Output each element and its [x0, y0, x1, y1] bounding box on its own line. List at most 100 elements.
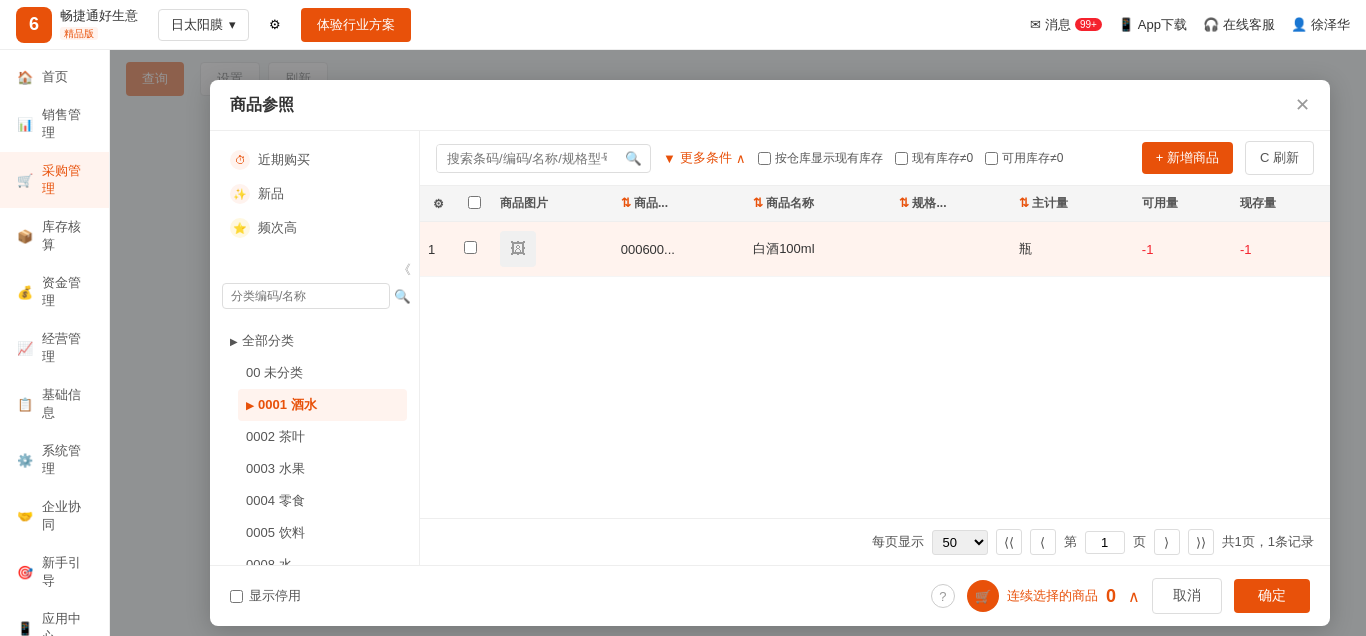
- sidebar-item-operation[interactable]: 📈 经营管理: [0, 320, 109, 376]
- th-unit[interactable]: ⇅ 主计量: [1011, 186, 1134, 222]
- quick-link-recent[interactable]: ⏱ 近期购买: [222, 143, 407, 177]
- sort-icon-unit: ⇅: [1019, 196, 1029, 210]
- first-page-btn[interactable]: ⟨⟨: [996, 529, 1022, 555]
- sort-icon-name: ⇅: [753, 196, 763, 210]
- select-all-checkbox[interactable]: [468, 196, 481, 209]
- th-name[interactable]: ⇅ 商品名称: [745, 186, 891, 222]
- tree-item-6[interactable]: 0008 水: [238, 549, 407, 565]
- chevron-down-icon: ▾: [229, 17, 236, 32]
- user-avatar[interactable]: 👤 徐泽华: [1291, 16, 1350, 34]
- td-name: 白酒100ml: [745, 222, 891, 277]
- sidebar-item-apps[interactable]: 📱 应用中心: [0, 600, 109, 636]
- th-check: [456, 186, 492, 222]
- td-stock: -1: [1232, 222, 1330, 277]
- row-checkbox[interactable]: [464, 241, 477, 254]
- product-search-input[interactable]: [437, 145, 617, 172]
- tree-item-0[interactable]: 00 未分类: [238, 357, 407, 389]
- new-icon: ✨: [230, 184, 250, 204]
- sort-icon-spec: ⇅: [899, 196, 909, 210]
- main-content: 查询 设置 刷新 商品参照 ✕ ⏱ 近期购买: [110, 50, 1366, 636]
- checkbox-stock-nonzero[interactable]: 现有库存≠0: [895, 150, 973, 167]
- sort-icon-code: ⇅: [621, 196, 631, 210]
- sidebar-item-basic[interactable]: 📋 基础信息: [0, 376, 109, 432]
- quick-link-frequent[interactable]: ⭐ 频次高: [222, 211, 407, 245]
- tree-root-item[interactable]: ▶ 全部分类: [222, 325, 407, 357]
- finance-icon: 💰: [16, 283, 34, 301]
- tree-item-3[interactable]: 0003 水果: [238, 453, 407, 485]
- modal-footer: 显示停用 ? 🛒 连续选择的商品 0 ∧ 取消 确定: [210, 565, 1330, 626]
- page-number-input[interactable]: [1085, 531, 1125, 554]
- modal-header: 商品参照 ✕: [210, 80, 1330, 131]
- system-icon: ⚙️: [16, 451, 34, 469]
- td-seq: 1: [420, 222, 456, 277]
- settings-icon[interactable]: ⚙: [261, 11, 289, 39]
- store-dropdown[interactable]: 日太阳膜 ▾: [158, 9, 249, 41]
- page-label: 第: [1064, 533, 1077, 551]
- apps-icon: 📱: [16, 619, 34, 636]
- category-search-btn[interactable]: 🔍: [394, 289, 411, 304]
- td-check: [456, 222, 492, 277]
- refresh-btn[interactable]: C 刷新: [1245, 141, 1314, 175]
- category-search-input[interactable]: [222, 283, 390, 309]
- online-service-btn[interactable]: 🎧 在线客服: [1203, 16, 1275, 34]
- checkbox-warehouse[interactable]: 按仓库显示现有库存: [758, 150, 883, 167]
- th-code[interactable]: ⇅ 商品...: [613, 186, 745, 222]
- quick-links: ⏱ 近期购买 ✨ 新品 ⭐ 频次高: [210, 143, 419, 245]
- footer-right: ? 🛒 连续选择的商品 0 ∧ 取消 确定: [931, 578, 1310, 614]
- disabled-checkbox-input[interactable]: [230, 590, 243, 603]
- help-btn[interactable]: ?: [931, 584, 955, 608]
- th-spec[interactable]: ⇅ 规格...: [891, 186, 1010, 222]
- modal-toolbar: 🔍 ▼ 更多条件 ∧ 按仓库显示现有库存: [420, 131, 1330, 186]
- tree-item-4[interactable]: 0004 零食: [238, 485, 407, 517]
- category-search-row: 🔍: [210, 283, 419, 309]
- stock-nonzero-checkbox[interactable]: [895, 152, 908, 165]
- guide-icon: 🎯: [16, 563, 34, 581]
- sidebar-item-home[interactable]: 🏠 首页: [0, 58, 109, 96]
- sidebar-item-finance[interactable]: 💰 资金管理: [0, 264, 109, 320]
- product-reference-modal: 商品参照 ✕ ⏱ 近期购买 ✨ 新品: [210, 80, 1330, 626]
- sidebar-item-purchase[interactable]: 🛒 采购管理: [0, 152, 109, 208]
- next-page-btn[interactable]: ⟩: [1154, 529, 1180, 555]
- td-image: 🖼: [492, 222, 613, 277]
- tree-item-2[interactable]: 0002 茶叶: [238, 421, 407, 453]
- td-unit: 瓶: [1011, 222, 1134, 277]
- confirm-btn[interactable]: 确定: [1234, 579, 1310, 613]
- available-nonzero-checkbox[interactable]: [985, 152, 998, 165]
- product-search-btn[interactable]: 🔍: [617, 145, 650, 172]
- filter-icon: ▼: [663, 151, 676, 166]
- sidebar-item-inventory[interactable]: 📦 库存核算: [0, 208, 109, 264]
- cart-area: 🛒 连续选择的商品 0: [967, 580, 1116, 612]
- experience-btn[interactable]: 体验行业方案: [301, 8, 411, 42]
- cancel-btn[interactable]: 取消: [1152, 578, 1222, 614]
- tree-arrow-1: ▶: [246, 400, 254, 411]
- last-page-btn[interactable]: ⟩⟩: [1188, 529, 1214, 555]
- cart-icon: 🛒: [967, 580, 999, 612]
- sidebar: 🏠 首页 📊 销售管理 🛒 采购管理 📦 库存核算 💰 资金管理 📈 经营管理 …: [0, 50, 110, 636]
- more-filter-btn[interactable]: ▼ 更多条件 ∧: [663, 149, 746, 167]
- purchase-icon: 🛒: [16, 171, 34, 189]
- sidebar-item-sales[interactable]: 📊 销售管理: [0, 96, 109, 152]
- phone-icon: 📱: [1118, 17, 1134, 32]
- fold-icon[interactable]: ∧: [1128, 587, 1140, 606]
- quick-link-new[interactable]: ✨ 新品: [222, 177, 407, 211]
- sidebar-item-collab[interactable]: 🤝 企业协同: [0, 488, 109, 544]
- messages-btn[interactable]: ✉ 消息 99+: [1030, 16, 1102, 34]
- table-row[interactable]: 1 🖼 000600... 白酒100ml: [420, 222, 1330, 277]
- modal-close-btn[interactable]: ✕: [1295, 94, 1310, 116]
- warehouse-checkbox[interactable]: [758, 152, 771, 165]
- category-tree: ▶ 全部分类 00 未分类 ▶ 0001 酒水: [210, 325, 419, 565]
- add-product-btn[interactable]: + 新增商品: [1142, 142, 1233, 174]
- app-download-btn[interactable]: 📱 App下载: [1118, 16, 1187, 34]
- checkbox-available-nonzero[interactable]: 可用库存≠0: [985, 150, 1063, 167]
- sidebar-item-system[interactable]: ⚙️ 系统管理: [0, 432, 109, 488]
- prev-page-btn[interactable]: ⟨: [1030, 529, 1056, 555]
- sales-icon: 📊: [16, 115, 34, 133]
- collapse-left-btn[interactable]: 《: [390, 257, 419, 283]
- sidebar-item-guide[interactable]: 🎯 新手引导: [0, 544, 109, 600]
- per-page-select[interactable]: 50 100 200: [932, 530, 988, 555]
- show-disabled-checkbox[interactable]: 显示停用: [230, 587, 301, 605]
- basic-icon: 📋: [16, 395, 34, 413]
- tree-item-5[interactable]: 0005 饮料: [238, 517, 407, 549]
- nav-right: ✉ 消息 99+ 📱 App下载 🎧 在线客服 👤 徐泽华: [1030, 16, 1350, 34]
- tree-item-1[interactable]: ▶ 0001 酒水: [238, 389, 407, 421]
